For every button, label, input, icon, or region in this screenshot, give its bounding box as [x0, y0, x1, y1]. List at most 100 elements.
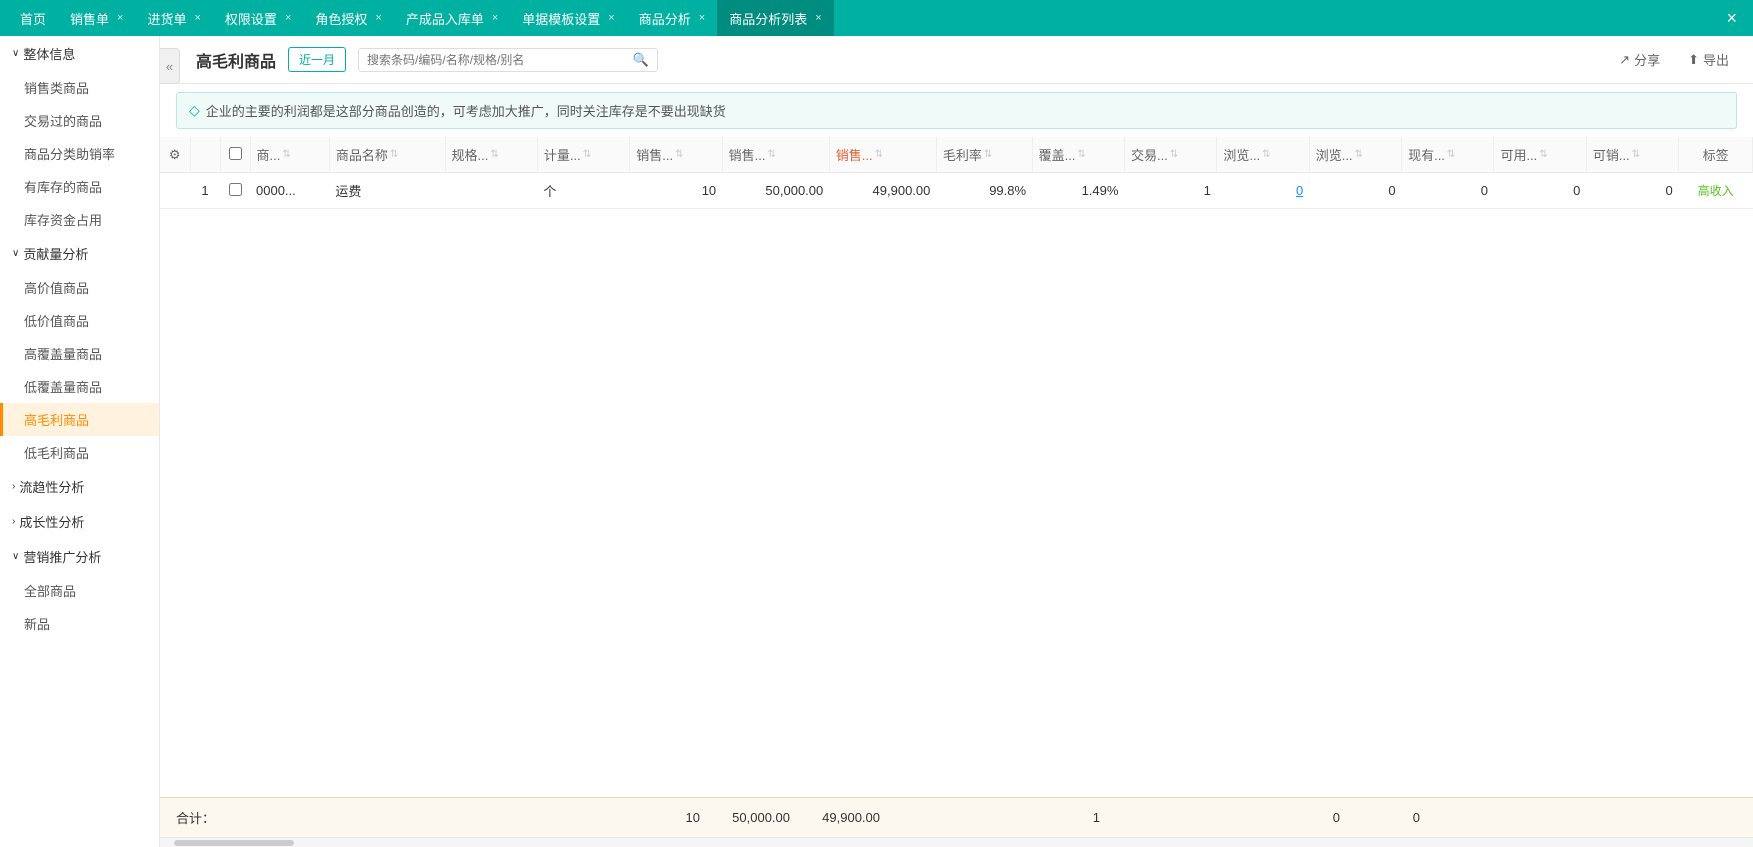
sidebar-item-new-goods[interactable]: 新品: [0, 607, 159, 640]
sort-icon-name: ⇅: [390, 149, 398, 160]
nav-close-production[interactable]: ×: [492, 12, 498, 24]
sidebar-item-stocked-goods[interactable]: 有库存的商品: [0, 170, 159, 203]
col-header-gross-rate[interactable]: 毛利率 ⇅: [936, 137, 1032, 173]
export-label: 导出: [1703, 50, 1729, 69]
scroll-thumb[interactable]: [174, 840, 294, 846]
col-header-name[interactable]: 商品名称 ⇅: [329, 137, 445, 173]
search-input[interactable]: [367, 53, 627, 67]
nav-close-analysis-list[interactable]: ×: [815, 12, 821, 24]
share-label: 分享: [1634, 50, 1660, 69]
nav-item-analysis[interactable]: 商品分析 ×: [627, 0, 717, 36]
sort-icon-browse1: ⇅: [1262, 149, 1270, 160]
nav-item-roles[interactable]: 角色授权 ×: [303, 0, 393, 36]
data-table: ⚙ 商... ⇅: [160, 137, 1753, 209]
footer-sales-amt: 50,000.00: [706, 810, 796, 825]
sidebar-collapse-button[interactable]: «: [160, 48, 180, 84]
cell-sales-num: 10: [630, 173, 722, 209]
share-icon: ↗: [1619, 52, 1630, 68]
nav-item-permissions[interactable]: 权限设置 ×: [213, 0, 303, 36]
sidebar-item-high-margin[interactable]: 高毛利商品: [0, 403, 159, 436]
nav-item-template[interactable]: 单据模板设置 ×: [510, 0, 626, 36]
share-button[interactable]: ↗ 分享: [1611, 46, 1668, 73]
sidebar-item-sales-goods[interactable]: 销售类商品: [0, 71, 159, 104]
nav-close-sales[interactable]: ×: [117, 12, 123, 24]
sidebar-item-traded-goods[interactable]: 交易过的商品: [0, 104, 159, 137]
row-checkbox[interactable]: [229, 183, 242, 196]
sidebar-item-high-coverage[interactable]: 高覆盖量商品: [0, 337, 159, 370]
nav-item-production[interactable]: 产成品入库单 ×: [394, 0, 510, 36]
cell-code: 0000...: [250, 173, 329, 209]
col-header-spec[interactable]: 规格... ⇅: [445, 137, 537, 173]
cell-browse2: 0: [1309, 173, 1401, 209]
sort-icon-profit-amt: ⇅: [875, 149, 883, 160]
page-title: 高毛利商品: [196, 48, 276, 72]
col-header-profit-amt[interactable]: 销售... ⇅: [829, 137, 936, 173]
search-icon[interactable]: 🔍: [633, 52, 649, 68]
content-area: « 高毛利商品 近一月 🔍 ↗ 分享 ⬆ 导出 ◇ 企业的主要的利润都是这部分商…: [160, 36, 1753, 847]
top-nav: 首页 销售单 × 进货单 × 权限设置 × 角色授权 × 产成品入库单 × 单据…: [0, 0, 1753, 36]
horizontal-scrollbar[interactable]: [160, 837, 1753, 847]
sidebar-item-stock-capital[interactable]: 库存资金占用: [0, 203, 159, 236]
sidebar-section-trend[interactable]: › 流趋性分析: [0, 469, 159, 504]
col-header-sales-amt[interactable]: 销售... ⇅: [722, 137, 829, 173]
sidebar-item-category-assist[interactable]: 商品分类助销率: [0, 137, 159, 170]
nav-label-production: 产成品入库单: [406, 9, 484, 28]
sidebar-item-low-coverage[interactable]: 低覆盖量商品: [0, 370, 159, 403]
chevron-contribution: ∨: [12, 248, 19, 259]
cell-check: [220, 173, 250, 209]
nav-item-analysis-list[interactable]: 商品分析列表 ×: [717, 0, 833, 36]
col-header-sales-num[interactable]: 销售... ⇅: [630, 137, 722, 173]
col-header-stock1[interactable]: 现有... ⇅: [1402, 137, 1494, 173]
main-layout: ∨ 整体信息 销售类商品 交易过的商品 商品分类助销率 有库存的商品 库存资金占…: [0, 36, 1753, 847]
sidebar-section-overall[interactable]: ∨ 整体信息: [0, 36, 159, 71]
nav-close-purchase[interactable]: ×: [194, 12, 200, 24]
sidebar-section-marketing[interactable]: ∨ 营销推广分析: [0, 539, 159, 574]
col-header-settings[interactable]: ⚙: [160, 137, 190, 173]
col-header-num: [190, 137, 220, 173]
footer-label: 合计：: [176, 808, 296, 827]
col-header-cover[interactable]: 覆盖... ⇅: [1032, 137, 1124, 173]
nav-item-home[interactable]: 首页: [8, 0, 58, 36]
col-header-unit[interactable]: 计量... ⇅: [537, 137, 629, 173]
cell-profit-amt: 49,900.00: [829, 173, 936, 209]
col-header-stock3[interactable]: 可销... ⇅: [1586, 137, 1678, 173]
sidebar-item-low-value[interactable]: 低价值商品: [0, 304, 159, 337]
sidebar-item-all-goods[interactable]: 全部商品: [0, 574, 159, 607]
sidebar-item-high-value[interactable]: 高价值商品: [0, 271, 159, 304]
cell-browse1[interactable]: 0: [1217, 173, 1309, 209]
cell-tag: 高收入: [1679, 173, 1753, 209]
nav-item-purchase[interactable]: 进货单 ×: [135, 0, 212, 36]
cell-stock3: 0: [1586, 173, 1678, 209]
chevron-marketing: ∨: [12, 551, 19, 562]
nav-close-permissions[interactable]: ×: [285, 12, 291, 24]
nav-close-all-button[interactable]: ×: [1718, 8, 1745, 29]
nav-close-template[interactable]: ×: [608, 12, 614, 24]
sidebar-section-contribution[interactable]: ∨ 贡献量分析: [0, 236, 159, 271]
sidebar-section-growth[interactable]: › 成长性分析: [0, 504, 159, 539]
chevron-growth: ›: [12, 516, 15, 527]
footer-stock1: 0: [1266, 810, 1346, 825]
sidebar-section-contribution-label: 贡献量分析: [23, 244, 88, 263]
cell-stock2: 0: [1494, 173, 1586, 209]
select-all-checkbox[interactable]: [229, 147, 242, 160]
date-filter-button[interactable]: 近一月: [288, 47, 346, 72]
sort-icon-sales-amt: ⇅: [768, 149, 776, 160]
chevron-trend: ›: [12, 481, 15, 492]
sidebar-item-low-margin[interactable]: 低毛利商品: [0, 436, 159, 469]
nav-close-roles[interactable]: ×: [375, 12, 381, 24]
cell-name: 运费: [329, 173, 445, 209]
nav-close-analysis[interactable]: ×: [699, 12, 705, 24]
nav-item-sales[interactable]: 销售单 ×: [58, 0, 135, 36]
col-header-code[interactable]: 商... ⇅: [250, 137, 329, 173]
col-header-browse2[interactable]: 浏览... ⇅: [1309, 137, 1401, 173]
sort-icon-browse2: ⇅: [1355, 149, 1363, 160]
col-header-stock2[interactable]: 可用... ⇅: [1494, 137, 1586, 173]
export-button[interactable]: ⬆ 导出: [1680, 46, 1737, 73]
sort-icon-spec: ⇅: [490, 149, 498, 160]
col-header-browse1[interactable]: 浏览... ⇅: [1217, 137, 1309, 173]
data-table-wrapper: ⚙ 商... ⇅: [160, 137, 1753, 797]
content-header: 高毛利商品 近一月 🔍 ↗ 分享 ⬆ 导出: [160, 36, 1753, 84]
nav-label-permissions: 权限设置: [225, 9, 277, 28]
col-header-trade[interactable]: 交易... ⇅: [1124, 137, 1216, 173]
col-header-tag: 标签: [1679, 137, 1753, 173]
